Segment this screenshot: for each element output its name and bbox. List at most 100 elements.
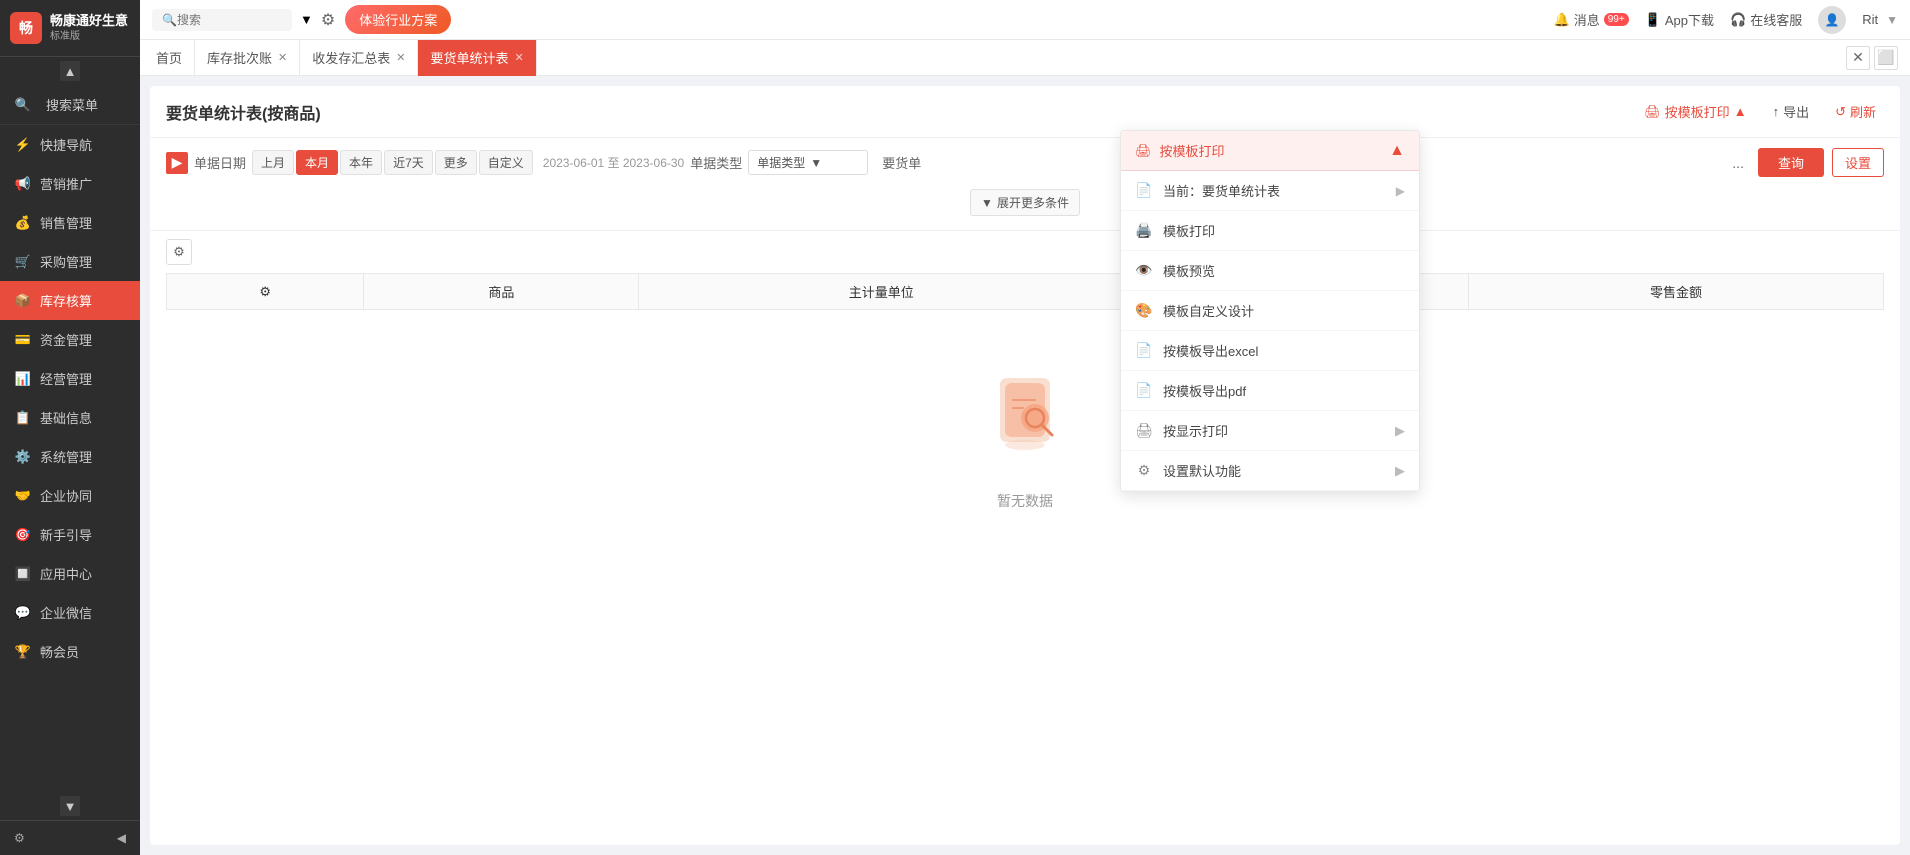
dropdown-current-item[interactable]: 📄 当前：要货单统计表 ▶ xyxy=(1121,171,1419,211)
sidebar-item-guide[interactable]: 🎯 新手引导 xyxy=(0,515,140,554)
top-bar-gear-btn[interactable]: ⚙ xyxy=(321,10,335,30)
inventory-icon: 📦 xyxy=(14,292,32,310)
order-category-label: 要货单 xyxy=(882,153,921,172)
sidebar-item-search[interactable]: 🔍 搜索菜单 xyxy=(0,85,140,125)
marketing-icon: 📢 xyxy=(14,175,32,193)
dropdown-group-display-print[interactable]: 🖨 按显示打印 ▶ xyxy=(1121,411,1419,451)
date-more-btn[interactable]: 更多 xyxy=(435,150,477,175)
set-default-arrow: ▶ xyxy=(1395,463,1405,479)
sidebar-item-operations[interactable]: 📊 经营管理 xyxy=(0,359,140,398)
operations-icon: 📊 xyxy=(14,370,32,388)
date-last-7-days-btn[interactable]: 近7天 xyxy=(384,150,433,175)
set-default-icon: ⚙ xyxy=(1135,462,1153,480)
app-download-btn[interactable]: 📱 App下载 xyxy=(1645,10,1714,29)
guide-icon: 🎯 xyxy=(14,526,32,544)
date-range-text: 2023-06-01 至 2023-06-30 xyxy=(543,154,684,171)
main-content: 🔍 ▼ ⚙ 体验行业方案 🔔 消息 99+ 📱 App下载 🎧 在线客服 👤 xyxy=(140,0,1910,855)
filter-collapse-btn[interactable]: ▶ xyxy=(166,152,188,174)
template-design-icon: 🎨 xyxy=(1135,302,1153,320)
experience-btn[interactable]: 体验行业方案 xyxy=(345,5,451,34)
user-name-label: Rit ▼ xyxy=(1862,12,1898,27)
date-filter-label: 单据日期 xyxy=(194,153,246,172)
sidebar-scroll-down[interactable]: ▼ xyxy=(60,796,80,816)
filter-bar: ▶ 单据日期 上月 本月 本年 近7天 xyxy=(150,138,1900,231)
sidebar-item-finance[interactable]: 💳 资金管理 xyxy=(0,320,140,359)
printer-icon: 🖨 xyxy=(1644,104,1661,120)
sidebar-logo: 畅 畅康通好生意 标准版 xyxy=(0,0,140,57)
sidebar-scroll-up[interactable]: ▲ xyxy=(60,61,80,81)
user-avatar[interactable]: 👤 xyxy=(1818,6,1846,34)
sidebar-collapse-btn[interactable]: ◀ xyxy=(117,831,126,845)
collab-icon: 🤝 xyxy=(14,487,32,505)
sidebar-item-sales[interactable]: 💰 销售管理 xyxy=(0,203,140,242)
basics-icon: 📋 xyxy=(14,409,32,427)
sidebar-item-collab[interactable]: 🤝 企业协同 xyxy=(0,476,140,515)
settings-button[interactable]: 设置 xyxy=(1832,148,1884,177)
column-settings-btn[interactable]: ⚙ xyxy=(166,239,192,265)
date-current-year-btn[interactable]: 本年 xyxy=(340,150,382,175)
date-prev-month-btn[interactable]: 上月 xyxy=(252,150,294,175)
tab-batch-account[interactable]: 库存批次账 ✕ xyxy=(195,40,300,76)
data-table: ⚙ 商品 主计量单位 主数量 零售金额 xyxy=(166,273,1884,310)
dropdown-item-export-excel[interactable]: 📄 按模板导出excel xyxy=(1121,331,1419,371)
more-options-btn[interactable]: ... xyxy=(1726,153,1750,173)
template-preview-icon: 👁️ xyxy=(1135,262,1153,280)
sidebar-item-appstore[interactable]: 🔲 应用中心 xyxy=(0,554,140,593)
export-btn[interactable]: ↑ 导出 xyxy=(1765,98,1818,125)
dropdown-item-template-preview[interactable]: 👁️ 模板预览 xyxy=(1121,251,1419,291)
page-content: 要货单统计表(按商品) 🖨 按模板打印 ▲ ↑ 导出 ↺ 刷新 xyxy=(140,76,1910,855)
col-gear[interactable]: ⚙ xyxy=(167,274,364,310)
dropdown-title: 🖨 按模板打印 xyxy=(1135,141,1225,160)
dropdown-item-template-print[interactable]: 🖨️ 模板打印 xyxy=(1121,211,1419,251)
sidebar-bottom: ⚙ ◀ xyxy=(0,820,140,855)
sales-icon: 💰 xyxy=(14,214,32,232)
dropdown-close-btn[interactable]: ▲ xyxy=(1389,143,1405,159)
tab-home[interactable]: 首页 xyxy=(144,40,195,76)
tab-close-all-btn[interactable]: ✕ xyxy=(1846,46,1870,70)
tab-collection-summary-close[interactable]: ✕ xyxy=(396,51,405,64)
headset-icon: 🎧 xyxy=(1730,12,1746,28)
messages-btn[interactable]: 🔔 消息 99+ xyxy=(1554,10,1629,29)
header-actions: 🖨 按模板打印 ▲ ↑ 导出 ↺ 刷新 xyxy=(1636,98,1884,125)
top-search-input[interactable] xyxy=(177,13,277,27)
quick-nav-icon: ⚡ xyxy=(14,136,32,154)
sidebar: 畅 畅康通好生意 标准版 ▲ 🔍 搜索菜单 ⚡ 快捷导航 📢 营销推广 💰 销售… xyxy=(0,0,140,855)
tab-order-stats-close[interactable]: ✕ xyxy=(515,51,524,64)
template-print-btn[interactable]: 🖨 按模板打印 ▲ xyxy=(1636,98,1754,125)
sidebar-item-marketing[interactable]: 📢 营销推广 xyxy=(0,164,140,203)
dropdown-group-set-default[interactable]: ⚙ 设置默认功能 ▶ xyxy=(1121,451,1419,491)
sidebar-item-member[interactable]: 🏆 畅会员 xyxy=(0,632,140,671)
sidebar-item-quick-nav[interactable]: ⚡ 快捷导航 xyxy=(0,125,140,164)
dropdown-item-template-design[interactable]: 🎨 模板自定义设计 xyxy=(1121,291,1419,331)
current-item-icon: 📄 xyxy=(1135,182,1153,200)
refresh-btn[interactable]: ↺ 刷新 xyxy=(1827,98,1884,125)
online-service-btn[interactable]: 🎧 在线客服 xyxy=(1730,10,1802,29)
query-button[interactable]: 查询 xyxy=(1758,148,1824,177)
date-current-month-btn[interactable]: 本月 xyxy=(296,150,338,175)
tabs-bar: 首页 库存批次账 ✕ 收发存汇总表 ✕ 要货单统计表 ✕ ✕ ⬜ xyxy=(140,40,1910,76)
sidebar-item-weixin[interactable]: 💬 企业微信 xyxy=(0,593,140,632)
tab-maximize-btn[interactable]: ⬜ xyxy=(1874,46,1898,70)
top-bar-chevron: ▼ xyxy=(300,12,313,27)
date-custom-btn[interactable]: 自定义 xyxy=(479,150,533,175)
sidebar-settings-btn[interactable]: ⚙ xyxy=(14,831,25,845)
display-print-arrow: ▶ xyxy=(1395,423,1405,439)
col-product: 商品 xyxy=(364,274,639,310)
sidebar-nav: 🔍 搜索菜单 ⚡ 快捷导航 📢 营销推广 💰 销售管理 🛒 采购管理 📦 库存核… xyxy=(0,85,140,792)
page-header: 要货单统计表(按商品) 🖨 按模板打印 ▲ ↑ 导出 ↺ 刷新 xyxy=(150,86,1900,138)
sidebar-item-inventory[interactable]: 📦 库存核算 xyxy=(0,281,140,320)
dropdown-item-export-pdf[interactable]: 📄 按模板导出pdf xyxy=(1121,371,1419,411)
sidebar-item-purchase[interactable]: 🛒 采购管理 xyxy=(0,242,140,281)
tab-collection-summary[interactable]: 收发存汇总表 ✕ xyxy=(300,40,418,76)
system-icon: ⚙️ xyxy=(14,448,32,466)
finance-icon: 💳 xyxy=(14,331,32,349)
tab-batch-account-close[interactable]: ✕ xyxy=(278,51,287,64)
template-print-chevron-up: ▲ xyxy=(1734,104,1747,119)
sidebar-item-system[interactable]: ⚙️ 系统管理 xyxy=(0,437,140,476)
top-bar-actions: 🔔 消息 99+ 📱 App下载 🎧 在线客服 👤 Rit ▼ xyxy=(1554,6,1898,34)
order-type-select[interactable]: 单据类型 ▼ xyxy=(748,150,868,175)
page-title: 要货单统计表(按商品) xyxy=(166,100,321,124)
expand-more-btn[interactable]: ▼ 展开更多条件 xyxy=(970,189,1080,216)
sidebar-item-basics[interactable]: 📋 基础信息 xyxy=(0,398,140,437)
tab-order-stats[interactable]: 要货单统计表 ✕ xyxy=(418,40,536,76)
